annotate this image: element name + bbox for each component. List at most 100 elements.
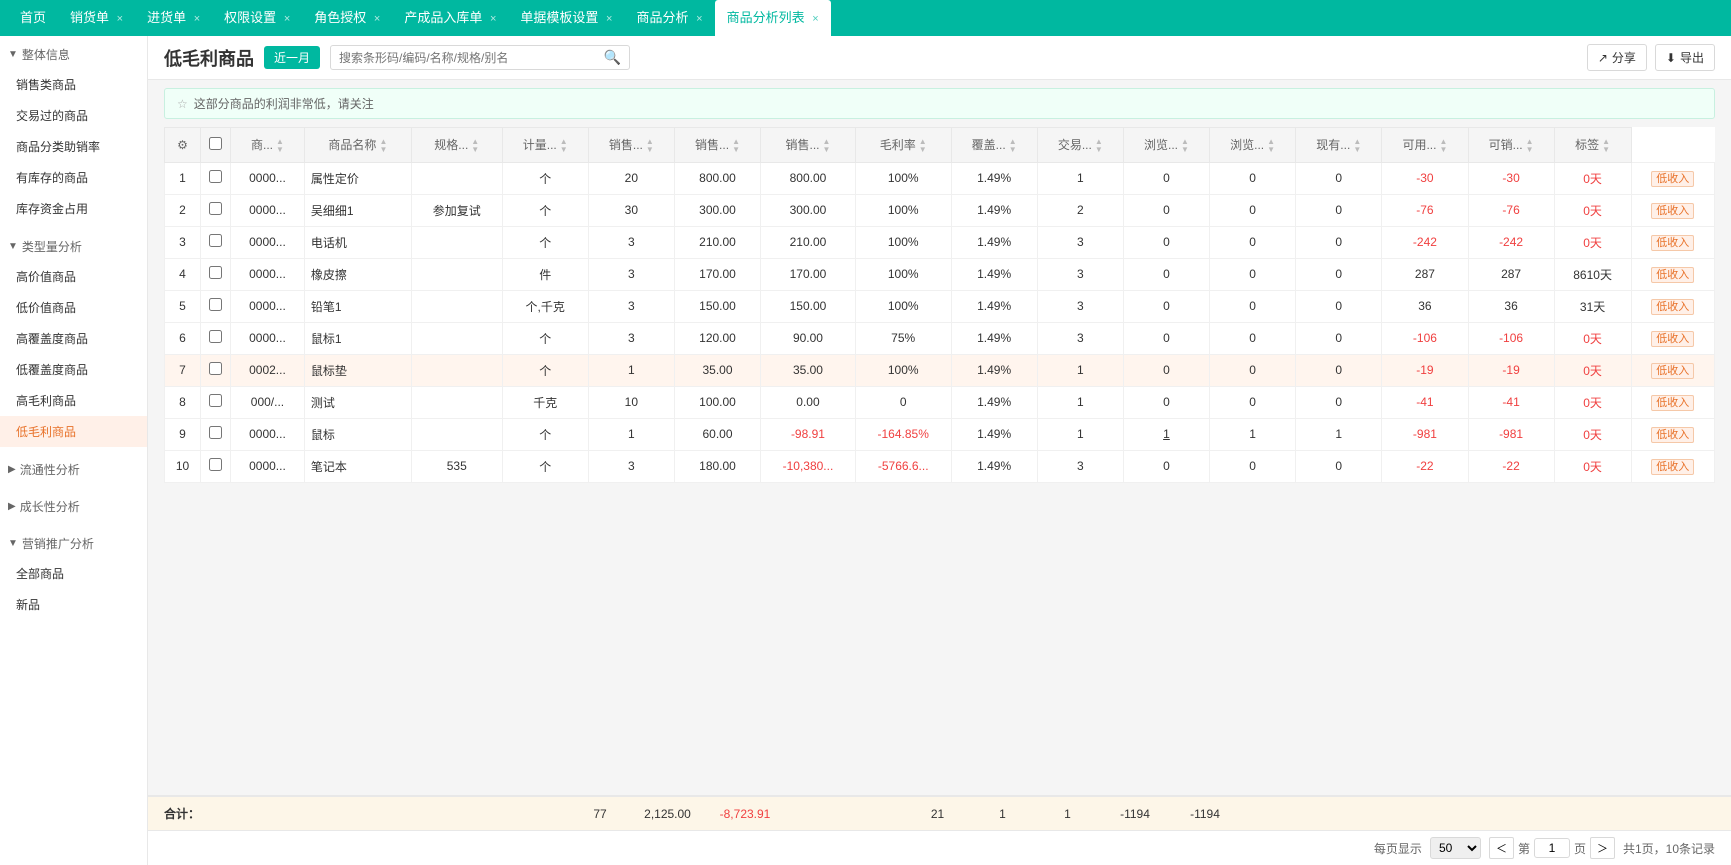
sidebar-item-low-value[interactable]: 低价值商品 [0, 292, 147, 323]
col-settings[interactable]: ⚙ [165, 128, 201, 163]
close-icon[interactable]: × [696, 13, 702, 25]
cell-checkbox[interactable] [201, 386, 231, 418]
cell-checkbox[interactable] [201, 322, 231, 354]
cell-gross: 100% [855, 194, 951, 226]
cell-avail: -19 [1468, 354, 1554, 386]
tag-label: 低收入 [1651, 363, 1694, 379]
sidebar-section-flow: ▶ 流通性分析 [0, 451, 147, 488]
close-icon[interactable]: × [194, 13, 200, 25]
cell-spec: 535 [411, 450, 502, 482]
sidebar-item-category-rate[interactable]: 商品分类助销率 [0, 131, 147, 162]
search-icon: 🔍 [604, 49, 621, 66]
sidebar-item-low-coverage[interactable]: 低覆盖度商品 [0, 354, 147, 385]
select-all-checkbox[interactable] [209, 137, 222, 150]
close-icon[interactable]: × [117, 13, 123, 25]
chevron-down-icon: ▼ [8, 241, 18, 252]
row-checkbox[interactable] [209, 170, 222, 183]
col-name[interactable]: 商品名称▲▼ [304, 128, 411, 163]
cell-gross: -5766.6... [855, 450, 951, 482]
nav-item-templates[interactable]: 单据模板设置 × [508, 0, 624, 36]
nav-item-roles[interactable]: 角色授权 × [302, 0, 392, 36]
row-checkbox[interactable] [209, 266, 222, 279]
cell-checkbox[interactable] [201, 162, 231, 194]
sidebar-section-marketing-title[interactable]: ▼ 营销推广分析 [0, 529, 147, 558]
col-coverage[interactable]: 覆盖...▲▼ [951, 128, 1037, 163]
col-spec[interactable]: 规格...▲▼ [411, 128, 502, 163]
cell-unit: 个 [502, 450, 588, 482]
cell-checkbox[interactable] [201, 194, 231, 226]
sidebar-item-low-margin[interactable]: 低毛利商品 [0, 416, 147, 447]
cell-checkbox[interactable] [201, 450, 231, 482]
col-checkbox[interactable] [201, 128, 231, 163]
cell-avail: -76 [1468, 194, 1554, 226]
share-button[interactable]: ↗ 分享 [1587, 44, 1647, 71]
row-checkbox[interactable] [209, 426, 222, 439]
col-browse1[interactable]: 浏览...▲▼ [1123, 128, 1209, 163]
cell-checkbox[interactable] [201, 226, 231, 258]
cell-spec [411, 386, 502, 418]
nav-item-purchase[interactable]: 进货单 × [135, 0, 212, 36]
sidebar-item-traded-goods[interactable]: 交易过的商品 [0, 100, 147, 131]
search-input[interactable] [339, 51, 604, 65]
cell-checkbox[interactable] [201, 354, 231, 386]
col-margin[interactable]: 毛利率▲▼ [855, 128, 951, 163]
next-page-button[interactable]: ＞ [1590, 837, 1615, 859]
row-checkbox[interactable] [209, 362, 222, 375]
main-content: 低毛利商品 近一月 🔍 ↗ 分享 ⬇ 导出 ☆ 这部分商品的利润非常低，请关注 [148, 36, 1731, 865]
row-checkbox[interactable] [209, 330, 222, 343]
nav-item-products[interactable]: 产成品入库单 × [392, 0, 508, 36]
sidebar-item-high-coverage[interactable]: 高覆盖度商品 [0, 323, 147, 354]
sidebar-item-high-margin[interactable]: 高毛利商品 [0, 385, 147, 416]
sidebar-item-all-goods[interactable]: 全部商品 [0, 558, 147, 589]
col-stock[interactable]: 现有...▲▼ [1296, 128, 1382, 163]
sidebar-item-in-stock[interactable]: 有库存的商品 [0, 162, 147, 193]
nav-item-sales[interactable]: 销货单 × [58, 0, 135, 36]
row-checkbox[interactable] [209, 394, 222, 407]
col-tag[interactable]: 标签▲▼ [1554, 128, 1631, 163]
row-checkbox[interactable] [209, 298, 222, 311]
col-qty[interactable]: 销售...▲▼ [588, 128, 674, 163]
sidebar-section-growth-title[interactable]: ▶ 成长性分析 [0, 492, 147, 521]
nav-item-analysis-list[interactable]: 商品分析列表 × [715, 0, 831, 36]
row-checkbox[interactable] [209, 202, 222, 215]
close-icon[interactable]: × [284, 13, 290, 25]
col-price[interactable]: 销售...▲▼ [674, 128, 760, 163]
cell-gross: 75% [855, 322, 951, 354]
col-avail[interactable]: 可用...▲▼ [1382, 128, 1468, 163]
cell-checkbox[interactable] [201, 258, 231, 290]
nav-item-analysis[interactable]: 商品分析 × [624, 0, 714, 36]
cell-qty: 1 [588, 418, 674, 450]
sidebar-item-high-value[interactable]: 高价值商品 [0, 261, 147, 292]
sidebar-section-type-title[interactable]: ▼ 类型量分析 [0, 232, 147, 261]
cell-checkbox[interactable] [201, 418, 231, 450]
cell-gross: 0 [855, 386, 951, 418]
col-sales[interactable]: 销售...▲▼ [761, 128, 856, 163]
period-button[interactable]: 近一月 [264, 46, 320, 69]
close-icon[interactable]: × [606, 13, 612, 25]
col-code[interactable]: 商...▲▼ [231, 128, 305, 163]
nav-item-home[interactable]: 首页 [8, 0, 58, 36]
prev-page-button[interactable]: ＜ [1489, 837, 1514, 859]
sidebar-section-flow-title[interactable]: ▶ 流通性分析 [0, 455, 147, 484]
sidebar-section-overall-title[interactable]: ▼ 整体信息 [0, 40, 147, 69]
export-button[interactable]: ⬇ 导出 [1655, 44, 1715, 71]
sidebar-item-stock-capital[interactable]: 库存资金占用 [0, 193, 147, 224]
page-suffix: 页 [1574, 840, 1586, 857]
row-checkbox[interactable] [209, 458, 222, 471]
nav-item-permissions[interactable]: 权限设置 × [212, 0, 302, 36]
sidebar-item-sales-goods[interactable]: 销售类商品 [0, 69, 147, 100]
per-page-select[interactable]: 50 100 200 [1430, 837, 1481, 859]
col-unit[interactable]: 计量...▲▼ [502, 128, 588, 163]
cell-trade[interactable]: 1 [1123, 418, 1209, 450]
col-trade[interactable]: 交易...▲▼ [1037, 128, 1123, 163]
page-input[interactable] [1534, 838, 1570, 858]
col-days[interactable]: 可销...▲▼ [1468, 128, 1554, 163]
cell-checkbox[interactable] [201, 290, 231, 322]
close-icon[interactable]: × [374, 13, 380, 25]
close-icon[interactable]: × [490, 13, 496, 25]
row-checkbox[interactable] [209, 234, 222, 247]
search-box: 🔍 [330, 45, 630, 70]
col-browse2[interactable]: 浏览...▲▼ [1210, 128, 1296, 163]
sidebar-item-new-goods[interactable]: 新品 [0, 589, 147, 620]
close-icon[interactable]: × [812, 13, 818, 25]
